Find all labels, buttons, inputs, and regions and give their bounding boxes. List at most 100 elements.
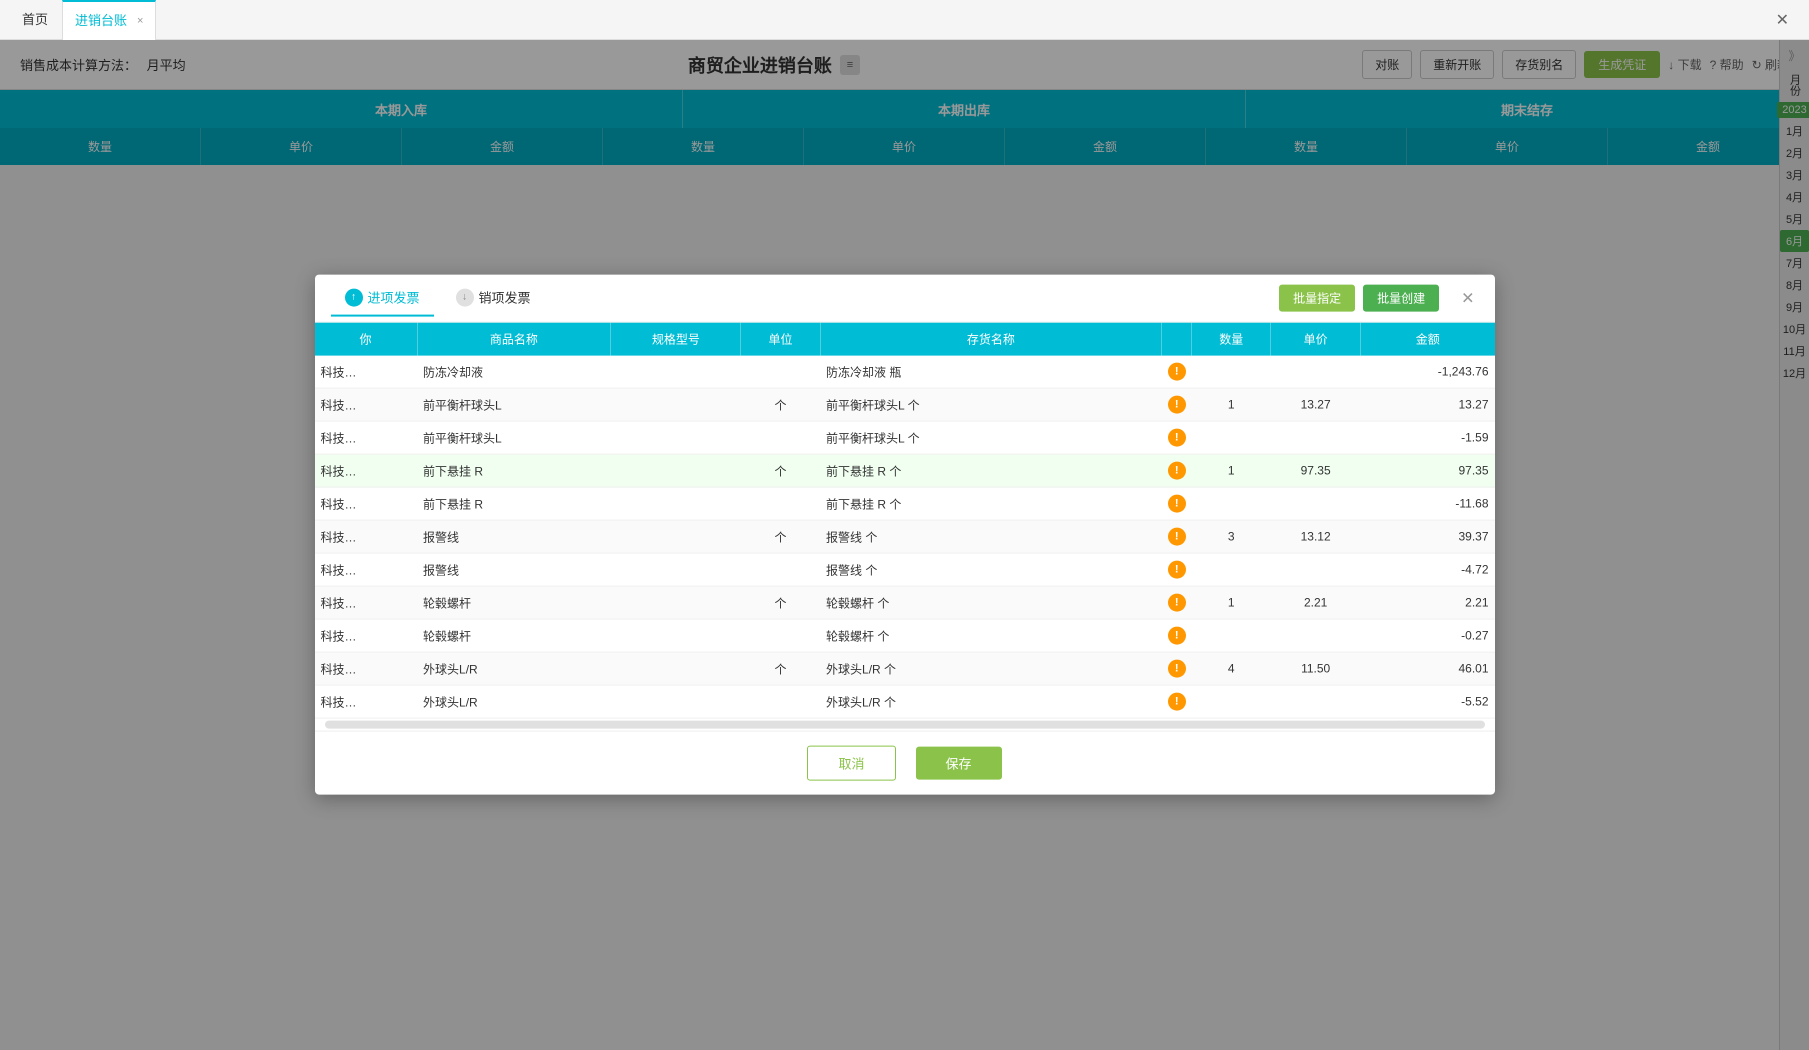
cell-inventory-name: 轮毂螺杆 个 — [820, 586, 1162, 619]
cell-spec — [611, 520, 741, 553]
cell-supplier: 科技… — [315, 619, 418, 652]
cell-unit-price: 11.50 — [1271, 652, 1361, 685]
warning-icon: ! — [1168, 462, 1186, 480]
th-unit-price: 单价 — [1271, 323, 1361, 356]
cell-inventory-name: 防冻冷却液 瓶 — [820, 356, 1162, 389]
cell-unit-price — [1271, 619, 1361, 652]
cell-qty: 1 — [1192, 586, 1271, 619]
invoice-table: 你 商品名称 规格型号 单位 存货名称 数量 单价 金额 科技… 防冻冷却液 防… — [315, 323, 1495, 719]
batch-create-button[interactable]: 批量创建 — [1363, 285, 1439, 312]
th-amount: 金额 — [1361, 323, 1495, 356]
modal-dialog: ↑ 进项发票 ↓ 销项发票 批量指定 批量创建 ✕ 你 商品名称 规格型号 — [315, 275, 1495, 795]
outbound-tab-icon: ↓ — [456, 288, 474, 306]
cell-unit: 个 — [741, 586, 820, 619]
cell-qty: 4 — [1192, 652, 1271, 685]
warning-icon: ! — [1168, 561, 1186, 579]
cell-warn: ! — [1162, 652, 1192, 685]
cell-amount: 13.27 — [1361, 388, 1495, 421]
window-close-button[interactable]: ✕ — [1764, 10, 1801, 30]
cell-spec — [611, 356, 741, 389]
modal-table-wrapper: 你 商品名称 规格型号 单位 存货名称 数量 单价 金额 科技… 防冻冷却液 防… — [315, 323, 1495, 731]
cell-product-name: 外球头L/R — [417, 685, 611, 718]
th-product-name: 商品名称 — [417, 323, 611, 356]
cell-product-name: 轮毂螺杆 — [417, 586, 611, 619]
cell-unit-price: 2.21 — [1271, 586, 1361, 619]
cell-spec — [611, 553, 741, 586]
tab-home[interactable]: 首页 — [8, 0, 62, 40]
cell-spec — [611, 487, 741, 520]
cell-inventory-name: 外球头L/R 个 — [820, 685, 1162, 718]
modal-close-button[interactable]: ✕ — [1457, 284, 1478, 312]
table-row: 科技… 轮毂螺杆 个 轮毂螺杆 个 ! 1 2.21 2.21 — [315, 586, 1495, 619]
cell-amount: -11.68 — [1361, 487, 1495, 520]
cell-supplier: 科技… — [315, 421, 418, 454]
cell-warn: ! — [1162, 520, 1192, 553]
cell-qty: 1 — [1192, 454, 1271, 487]
top-bar: 首页 进销台账 × ✕ — [0, 0, 1809, 40]
cell-unit-price — [1271, 685, 1361, 718]
table-row: 科技… 前平衡杆球头L 前平衡杆球头L 个 ! -1.59 — [315, 421, 1495, 454]
save-button[interactable]: 保存 — [916, 747, 1002, 780]
table-row: 科技… 防冻冷却液 防冻冷却液 瓶 ! -1,243.76 — [315, 356, 1495, 389]
horizontal-scrollbar[interactable] — [325, 721, 1485, 729]
cell-qty — [1192, 553, 1271, 586]
warning-icon: ! — [1168, 495, 1186, 513]
cell-product-name: 前下悬挂 R — [417, 487, 611, 520]
cell-qty — [1192, 685, 1271, 718]
cell-unit: 个 — [741, 388, 820, 421]
cell-qty — [1192, 619, 1271, 652]
tab1-label: 进项发票 — [368, 288, 420, 307]
warning-icon: ! — [1168, 528, 1186, 546]
table-row: 科技… 报警线 个 报警线 个 ! 3 13.12 39.37 — [315, 520, 1495, 553]
cell-warn: ! — [1162, 487, 1192, 520]
cell-unit: 个 — [741, 454, 820, 487]
modal-header: ↑ 进项发票 ↓ 销项发票 批量指定 批量创建 ✕ — [315, 275, 1495, 323]
cell-unit — [741, 553, 820, 586]
cell-inventory-name: 前平衡杆球头L 个 — [820, 421, 1162, 454]
table-row: 科技… 前下悬挂 R 前下悬挂 R 个 ! -11.68 — [315, 487, 1495, 520]
cell-qty — [1192, 487, 1271, 520]
cell-product-name: 前平衡杆球头L — [417, 421, 611, 454]
cell-supplier: 科技… — [315, 685, 418, 718]
cell-product-name: 防冻冷却液 — [417, 356, 611, 389]
tab-active-label: 进销台账 — [75, 1, 127, 41]
cell-qty — [1192, 421, 1271, 454]
modal-actions: 批量指定 批量创建 — [1279, 285, 1439, 312]
cell-amount: 46.01 — [1361, 652, 1495, 685]
tab-outbound-invoice[interactable]: ↓ 销项发票 — [442, 280, 545, 317]
tab-active[interactable]: 进销台账 × — [62, 0, 156, 40]
cell-supplier: 科技… — [315, 586, 418, 619]
cell-supplier: 科技… — [315, 652, 418, 685]
cell-amount: 39.37 — [1361, 520, 1495, 553]
table-row: 科技… 轮毂螺杆 轮毂螺杆 个 ! -0.27 — [315, 619, 1495, 652]
cell-amount: 2.21 — [1361, 586, 1495, 619]
cell-inventory-name: 报警线 个 — [820, 520, 1162, 553]
cell-product-name: 报警线 — [417, 520, 611, 553]
cell-inventory-name: 轮毂螺杆 个 — [820, 619, 1162, 652]
table-row: 科技… 前平衡杆球头L 个 前平衡杆球头L 个 ! 1 13.27 13.27 — [315, 388, 1495, 421]
cell-supplier: 科技… — [315, 356, 418, 389]
tab-inbound-invoice[interactable]: ↑ 进项发票 — [331, 280, 434, 317]
warning-icon: ! — [1168, 363, 1186, 381]
table-row: 科技… 外球头L/R 个 外球头L/R 个 ! 4 11.50 46.01 — [315, 652, 1495, 685]
cell-unit-price: 13.12 — [1271, 520, 1361, 553]
warning-icon: ! — [1168, 396, 1186, 414]
cell-amount: -1,243.76 — [1361, 356, 1495, 389]
cancel-button[interactable]: 取消 — [807, 746, 895, 781]
th-warn — [1162, 323, 1192, 356]
table-row: 科技… 前下悬挂 R 个 前下悬挂 R 个 ! 1 97.35 97.35 — [315, 454, 1495, 487]
cell-qty: 1 — [1192, 388, 1271, 421]
cell-spec — [611, 586, 741, 619]
batch-assign-button[interactable]: 批量指定 — [1279, 285, 1355, 312]
cell-unit — [741, 356, 820, 389]
cell-unit-price — [1271, 356, 1361, 389]
tab-close-icon[interactable]: × — [137, 1, 143, 41]
inbound-tab-icon: ↑ — [345, 288, 363, 306]
main-area: 销售成本计算方法： 月平均 商贸企业进销台账 ≡ 对账 重新开账 存货别名 生成… — [0, 40, 1809, 1050]
cell-spec — [611, 652, 741, 685]
cell-warn: ! — [1162, 356, 1192, 389]
warning-icon: ! — [1168, 693, 1186, 711]
warning-icon: ! — [1168, 429, 1186, 447]
cell-amount: -5.52 — [1361, 685, 1495, 718]
cell-spec — [611, 619, 741, 652]
